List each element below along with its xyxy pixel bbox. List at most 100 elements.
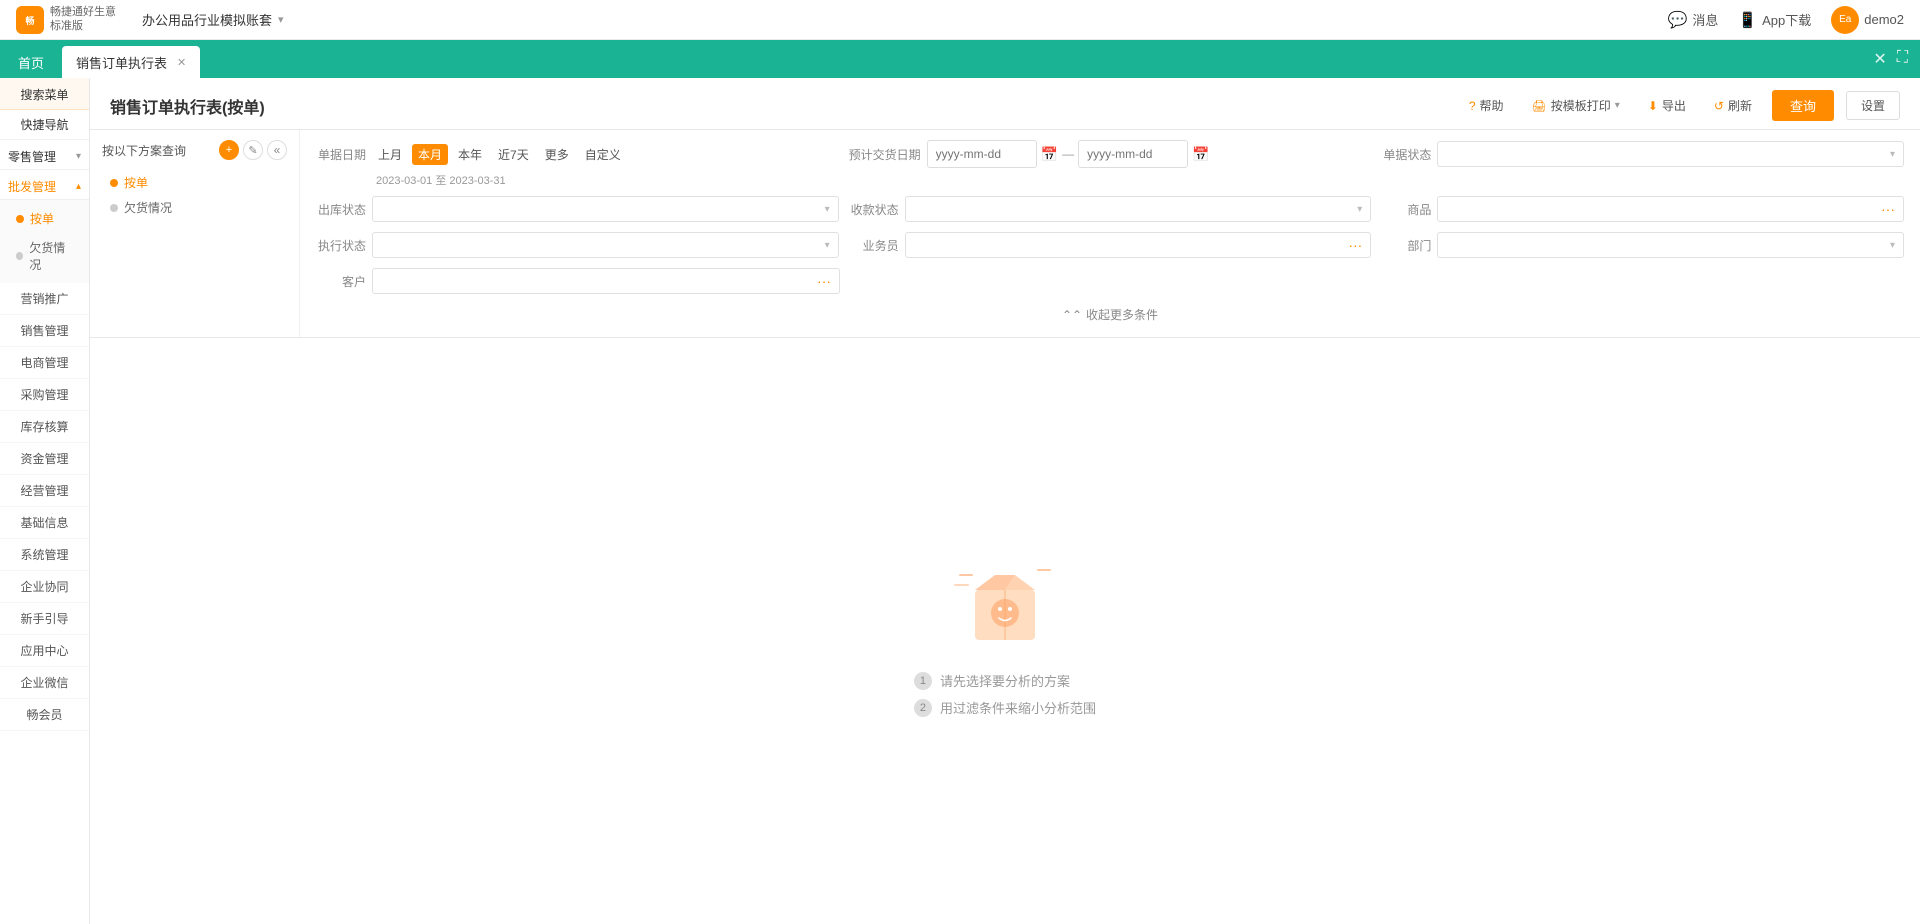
message-action[interactable]: 💬 消息 [1667,10,1718,30]
inactive-dot-icon [16,252,23,260]
exec-status-group: 执行状态 ▾ [316,232,839,258]
sidebar-item-wholesale[interactable]: 批发管理 ▴ [0,170,89,200]
tab-close-icon[interactable]: ✕ [177,56,186,69]
scheme-collapse-btn[interactable]: « [267,140,287,160]
sidebar-item-finance[interactable]: 资金管理 [0,443,89,475]
date-tab-7days[interactable]: 近7天 [492,144,535,165]
sidebar-item-sales[interactable]: 销售管理 [0,315,89,347]
filter-row-4: 客户 ··· [316,268,840,294]
sidebar-search[interactable]: 搜索菜单 [0,78,89,110]
empty-steps: 1 请先选择要分析的方案 2 用过滤条件来缩小分析范围 [914,671,1096,717]
sidebar-subitem-order[interactable]: 按单 [0,204,89,233]
scheme-active-dot-icon [110,179,118,187]
header-right: 💬 消息 📱 App下载 Ea demo2 [1667,6,1904,34]
customer-select[interactable]: ··· [372,268,840,294]
date-tab-more[interactable]: 更多 [539,144,575,165]
export-button[interactable]: ⬇ 导出 [1640,93,1694,118]
app-download-action[interactable]: 📱 App下载 [1738,10,1811,29]
tab-close-all-icon[interactable]: ✕ [1873,49,1886,69]
sidebar-item-guide[interactable]: 新手引导 [0,603,89,635]
print-icon: 🖨 [1532,99,1547,113]
sidebar-item-appstore[interactable]: 应用中心 [0,635,89,667]
user-area[interactable]: Ea demo2 [1831,6,1904,34]
sidebar-item-purchase[interactable]: 采购管理 [0,379,89,411]
scheme-panel: 按以下方案查询 + ✎ « 按单 欠货情况 [90,130,300,337]
sidebar-item-ecommerce[interactable]: 电商管理 [0,347,89,379]
print-arrow-icon: ▾ [1615,100,1620,111]
exec-status-arrow-icon: ▾ [825,240,830,251]
goods-ellipsis-icon[interactable]: ··· [1881,201,1895,217]
date-field-group: 单据日期 上月 本月 本年 近7天 更多 自定义 [316,140,839,168]
out-status-group: 出库状态 ▾ [316,196,839,222]
date-tab-thisyear[interactable]: 本年 [452,144,488,165]
scheme-add-btn[interactable]: + [219,140,239,160]
message-icon: 💬 [1667,10,1687,30]
tab-bar-right: ✕ ⛶ [1873,49,1908,69]
salesman-ellipsis-icon[interactable]: ··· [1348,237,1362,253]
page-title: 销售订单执行表(按单) [110,94,265,118]
date-tab-lastmonth[interactable]: 上月 [372,144,408,165]
page-header: 销售订单执行表(按单) ? 帮助 🖨 按模板打印 ▾ ⬇ 导出 ↺ 刷新 [90,78,1920,130]
goods-select[interactable]: ··· [1437,196,1904,222]
sidebar-item-marketing[interactable]: 营销推广 [0,283,89,315]
breadcrumb[interactable]: 办公用品行业模拟账套 ▾ [142,10,284,29]
customer-ellipsis-icon[interactable]: ··· [817,273,831,289]
logo-icon: 畅 [16,6,44,34]
sidebar-item-inventory[interactable]: 库存核算 [0,411,89,443]
query-button[interactable]: 查询 [1772,90,1834,121]
filter-fields: 单据日期 上月 本月 本年 近7天 更多 自定义 [300,130,1920,337]
sidebar-item-basic[interactable]: 基础信息 [0,507,89,539]
help-icon: ? [1469,99,1476,113]
dept-select[interactable]: ▾ [1437,232,1904,258]
help-button[interactable]: ? 帮助 [1461,93,1512,118]
settings-button[interactable]: 设置 [1846,91,1900,120]
forecast-date-inputs: 📅 — 📅 [927,140,1372,168]
sidebar-wholesale-sub: 按单 欠货情况 [0,200,89,283]
forecast-date-start[interactable] [927,140,1037,168]
salesman-select[interactable]: ··· [905,232,1372,258]
sidebar-item-system[interactable]: 系统管理 [0,539,89,571]
forecast-date-group: 预计交货日期 📅 — 📅 [849,140,1372,168]
date-tab-thismonth[interactable]: 本月 [412,144,448,165]
sidebar-item-weixin[interactable]: 企业微信 [0,667,89,699]
scheme-item-order[interactable]: 按单 [102,170,287,195]
tab-home[interactable]: 首页 [4,46,58,78]
sidebar-item-retail[interactable]: 零售管理 ▾ [0,140,89,170]
sidebar-item-business[interactable]: 经营管理 [0,475,89,507]
export-icon: ⬇ [1648,99,1658,113]
logo-text: 畅捷通好生意 标准版 [50,6,116,32]
doc-status-group: 单据状态 ▾ [1381,140,1904,168]
sidebar-item-collab[interactable]: 企业协同 [0,571,89,603]
filter-panel: 按以下方案查询 + ✎ « 按单 欠货情况 [90,130,1920,338]
date-tab-custom[interactable]: 自定义 [579,144,627,165]
svg-text:畅: 畅 [25,15,34,26]
calendar-icon-start[interactable]: 📅 [1041,146,1058,163]
scheme-header: 按以下方案查询 + ✎ « [102,140,287,160]
refresh-button[interactable]: ↺ 刷新 [1706,93,1760,118]
scheme-edit-btn[interactable]: ✎ [243,140,263,160]
forecast-date-end[interactable] [1078,140,1188,168]
print-button[interactable]: 🖨 按模板打印 ▾ [1524,93,1628,118]
filter-row-2: 出库状态 ▾ 收款状态 ▾ [316,196,1904,222]
sidebar: 搜索菜单 快捷导航 零售管理 ▾ 批发管理 ▴ 按单 欠货情况 营销推广 [0,78,90,924]
download-icon: 📱 [1738,11,1757,29]
out-status-select[interactable]: ▾ [372,196,839,222]
sidebar-item-member[interactable]: 畅会员 [0,699,89,731]
date-range-text: 2023-03-01 至 2023-03-31 [316,172,1904,188]
collapse-button[interactable]: ⌃⌃ 收起更多条件 [316,300,1904,327]
filter-row-3: 执行状态 ▾ 业务员 ··· [316,232,1904,258]
dept-arrow-icon: ▾ [1890,240,1895,251]
exec-status-select[interactable]: ▾ [372,232,839,258]
scheme-item-backorder[interactable]: 欠货情况 [102,195,287,220]
chevron-up-icon: ▴ [76,181,81,192]
empty-illustration [950,545,1060,655]
tab-sales-order[interactable]: 销售订单执行表 ✕ [62,46,200,78]
collapse-up-icon: ⌃⌃ [1062,308,1082,322]
recv-status-select[interactable]: ▾ [905,196,1372,222]
step-number-2: 2 [914,699,932,717]
doc-status-select[interactable]: ▾ [1437,141,1904,167]
sidebar-quick-nav[interactable]: 快捷导航 [0,110,89,140]
sidebar-subitem-backorder[interactable]: 欠货情况 [0,233,89,279]
tab-fullscreen-icon[interactable]: ⛶ [1897,49,1908,69]
calendar-icon-end[interactable]: 📅 [1192,146,1209,163]
